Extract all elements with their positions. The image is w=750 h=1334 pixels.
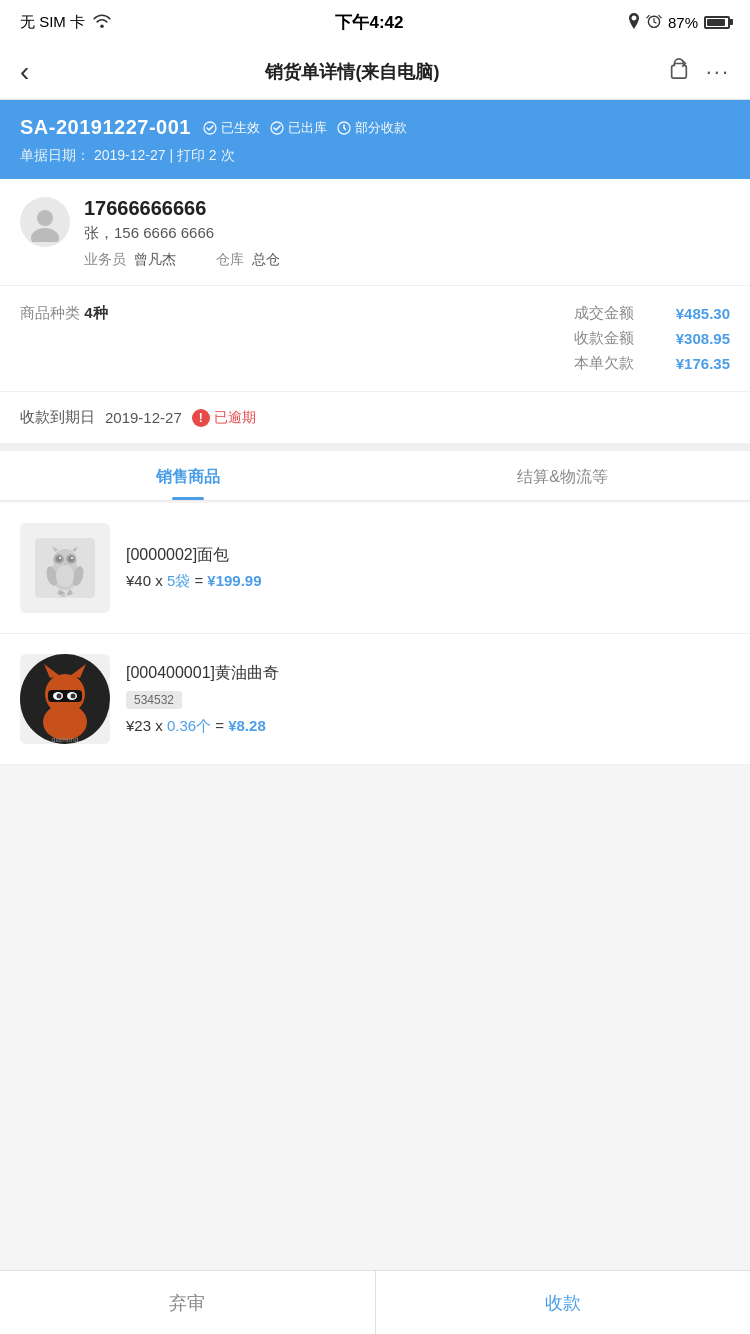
warehouse: 仓库 总仓 bbox=[216, 251, 280, 269]
status-left: 无 SIM 卡 bbox=[20, 13, 111, 32]
due-date-value: 2019-12-27 bbox=[105, 409, 182, 426]
share-icon[interactable] bbox=[668, 58, 690, 85]
nav-bar: ‹ 销货单详情(来自电脑) ··· bbox=[0, 44, 750, 100]
product-info-1: [0000002]面包 ¥40 x 5袋 = ¥199.99 bbox=[126, 545, 730, 591]
deal-amount-value: ¥485.30 bbox=[650, 305, 730, 322]
amount-detail: 成交金额 ¥485.30 收款金额 ¥308.95 本单欠款 ¥176.35 bbox=[574, 304, 730, 373]
overdue-text: 已逾期 bbox=[214, 409, 256, 427]
customer-phone: 17666666666 bbox=[84, 197, 730, 220]
battery-icon bbox=[704, 16, 730, 29]
product-list: 鱼+ [0000002]面包 ¥40 x 5袋 = ¥199.99 bbox=[0, 503, 750, 765]
customer-section: 17666666666 张，156 6666 6666 业务员 曾凡杰 仓库 总… bbox=[0, 179, 750, 286]
customer-meta: 业务员 曾凡杰 仓库 总仓 bbox=[84, 251, 730, 269]
cancel-button[interactable]: 弃审 bbox=[0, 1271, 376, 1334]
status-time: 下午4:42 bbox=[335, 11, 403, 34]
product-price-2: ¥23 x 0.36个 = ¥8.28 bbox=[126, 717, 730, 736]
product-batch-2: 534532 bbox=[126, 691, 182, 709]
product-name-1: [0000002]面包 bbox=[126, 545, 730, 566]
product-price-1: ¥40 x 5袋 = ¥199.99 bbox=[126, 572, 730, 591]
status-badge-effective: 已生效 bbox=[203, 119, 260, 137]
order-id: SA-20191227-001 bbox=[20, 116, 191, 139]
page-title: 销货单详情(来自电脑) bbox=[37, 60, 667, 84]
customer-name: 张，156 6666 6666 bbox=[84, 224, 730, 243]
product-name-2: [000400001]黄油曲奇 bbox=[126, 663, 730, 684]
tab-settlement[interactable]: 结算&物流等 bbox=[375, 451, 750, 500]
customer-info: 17666666666 张，156 6666 6666 业务员 曾凡杰 仓库 总… bbox=[84, 197, 730, 269]
amount-section: 商品种类 4种 成交金额 ¥485.30 收款金额 ¥308.95 本单欠款 ¥… bbox=[0, 286, 750, 392]
due-date-section: 收款到期日 2019-12-27 ! 已逾期 bbox=[0, 392, 750, 451]
svg-point-16 bbox=[71, 557, 73, 559]
svg-point-4 bbox=[37, 210, 53, 226]
list-item: 鱼+ [0000002]面包 ¥40 x 5袋 = ¥199.99 bbox=[0, 503, 750, 634]
order-header: SA-20191227-001 已生效 已出库 部分收款 单据日期： 2019-… bbox=[0, 100, 750, 179]
back-button[interactable]: ‹ bbox=[20, 48, 37, 96]
svg-text:鱼+: 鱼+ bbox=[60, 591, 70, 597]
owed-amount-row: 本单欠款 ¥176.35 bbox=[574, 354, 730, 373]
svg-point-33 bbox=[57, 694, 62, 699]
alarm-icon bbox=[646, 13, 662, 32]
battery-percentage: 87% bbox=[668, 14, 698, 31]
svg-point-34 bbox=[71, 694, 76, 699]
nav-actions: ··· bbox=[668, 58, 730, 85]
wifi-icon bbox=[93, 14, 111, 31]
status-badge-shipped: 已出库 bbox=[270, 119, 327, 137]
status-bar: 无 SIM 卡 下午4:42 87% bbox=[0, 0, 750, 44]
svg-point-13 bbox=[56, 556, 62, 562]
list-item: diamond [000400001]黄油曲奇 534532 ¥23 x 0.3… bbox=[0, 634, 750, 765]
received-amount-value: ¥308.95 bbox=[650, 330, 730, 347]
bottom-bar: 弃审 收款 bbox=[0, 1270, 750, 1334]
tabs: 销售商品 结算&物流等 bbox=[0, 451, 750, 501]
carrier-label: 无 SIM 卡 bbox=[20, 13, 85, 32]
svg-text:diamond: diamond bbox=[52, 736, 79, 743]
svg-point-14 bbox=[68, 556, 74, 562]
sales-person: 业务员 曾凡杰 bbox=[84, 251, 176, 269]
status-badges: 已生效 已出库 部分收款 bbox=[203, 119, 407, 137]
owed-amount-value: ¥176.35 bbox=[650, 355, 730, 372]
product-thumbnail-1: 鱼+ bbox=[20, 523, 110, 613]
location-icon bbox=[628, 13, 640, 32]
svg-point-15 bbox=[59, 557, 61, 559]
goods-type: 商品种类 4种 bbox=[20, 304, 108, 323]
tab-sales-goods[interactable]: 销售商品 bbox=[0, 451, 375, 500]
status-right: 87% bbox=[628, 13, 730, 32]
order-date-line: 单据日期： 2019-12-27 | 打印 2 次 bbox=[20, 147, 730, 165]
more-icon[interactable]: ··· bbox=[706, 59, 730, 85]
due-date-label: 收款到期日 bbox=[20, 408, 95, 427]
product-info-2: [000400001]黄油曲奇 534532 ¥23 x 0.36个 = ¥8.… bbox=[126, 663, 730, 736]
status-badge-partial: 部分收款 bbox=[337, 119, 407, 137]
product-thumbnail-2: diamond bbox=[20, 654, 110, 744]
avatar bbox=[20, 197, 70, 247]
overdue-badge: ! 已逾期 bbox=[192, 409, 256, 427]
received-amount-row: 收款金额 ¥308.95 bbox=[574, 329, 730, 348]
overdue-dot-icon: ! bbox=[192, 409, 210, 427]
pay-button[interactable]: 收款 bbox=[376, 1271, 751, 1334]
deal-amount-row: 成交金额 ¥485.30 bbox=[574, 304, 730, 323]
svg-point-20 bbox=[56, 565, 74, 587]
svg-point-5 bbox=[31, 228, 59, 242]
